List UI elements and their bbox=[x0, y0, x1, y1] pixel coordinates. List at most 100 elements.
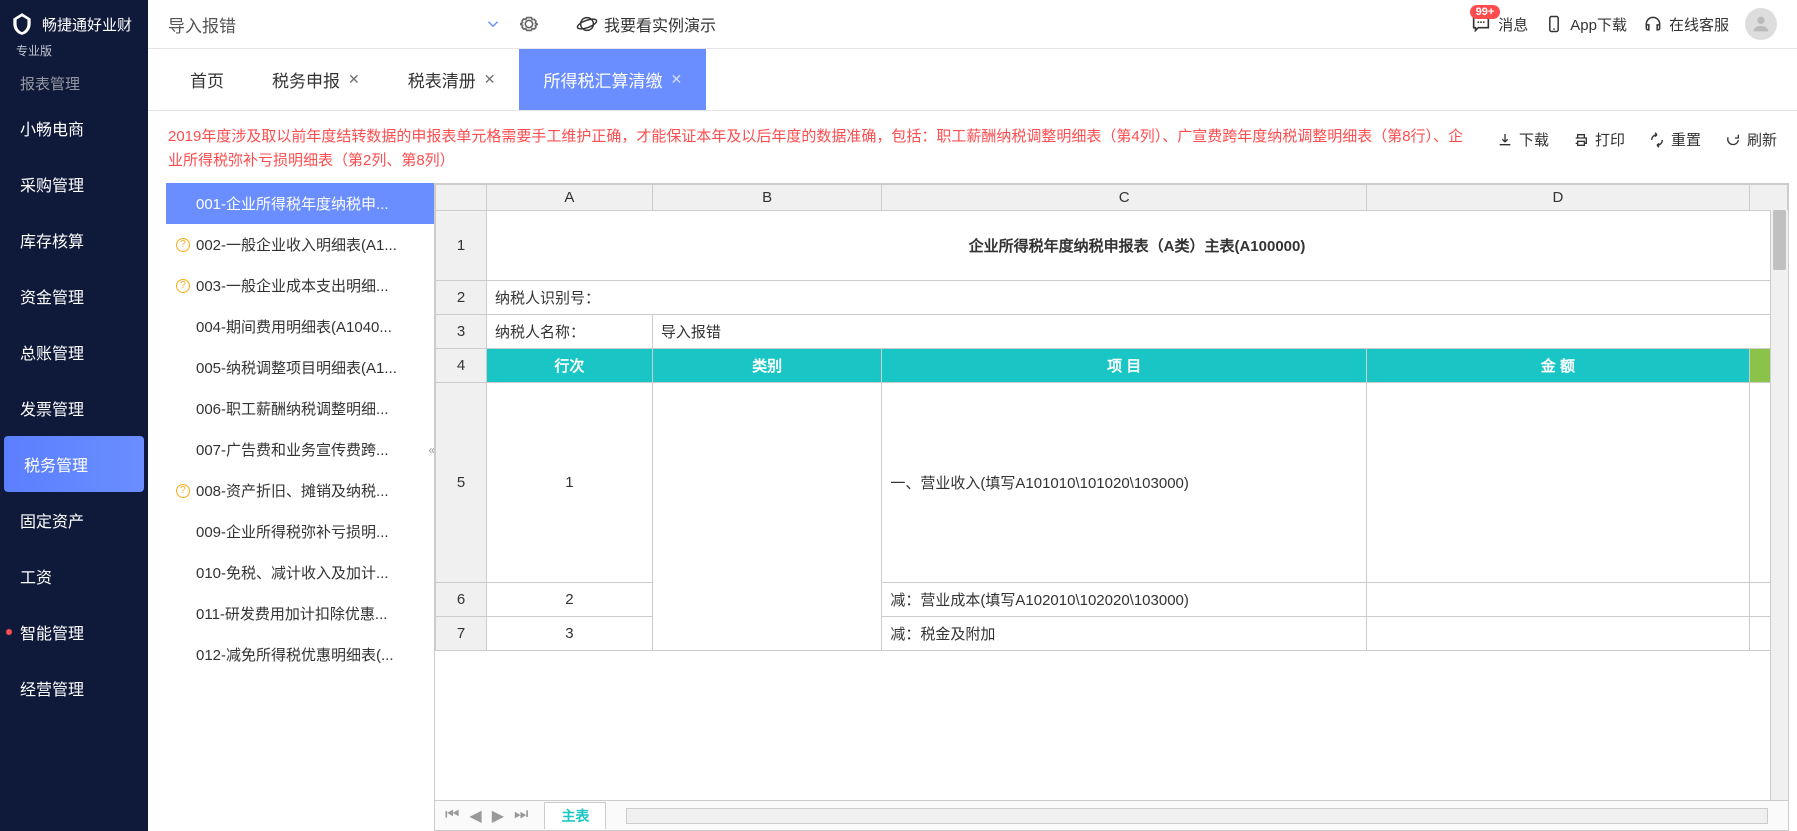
download-button[interactable]: 下载 bbox=[1497, 129, 1549, 150]
print-icon bbox=[1573, 132, 1589, 148]
brand-name: 畅捷通好业财 bbox=[42, 14, 132, 35]
tree-item[interactable]: 009-企业所得税弥补亏损明... bbox=[166, 511, 434, 552]
print-button[interactable]: 打印 bbox=[1573, 129, 1625, 150]
tab-label: 首页 bbox=[190, 67, 224, 92]
sidebar-item-invoice[interactable]: 发票管理 bbox=[0, 380, 148, 436]
download-icon bbox=[1497, 132, 1513, 148]
tree-item[interactable]: ?003-一般企业成本支出明细... bbox=[166, 265, 434, 306]
demo-link[interactable]: 我要看实例演示 bbox=[576, 12, 716, 36]
col-header[interactable]: D bbox=[1367, 185, 1750, 211]
tree-item[interactable]: 011-研发费用加计扣除优惠... bbox=[166, 593, 434, 634]
messages-label: 消息 bbox=[1498, 14, 1528, 35]
sidebar-item-inventory[interactable]: 库存核算 bbox=[0, 212, 148, 268]
chevron-down-icon[interactable] bbox=[484, 15, 502, 33]
sheet-last-icon[interactable]: ⏭ bbox=[510, 806, 532, 826]
sheet-footer: ⏮ ◀ ▶ ⏭ 主表 bbox=[435, 800, 1788, 830]
vertical-scrollbar[interactable] bbox=[1770, 210, 1788, 800]
horizontal-scrollbar[interactable] bbox=[626, 808, 1768, 824]
tree-item-label: 008-资产折旧、摊销及纳税... bbox=[196, 483, 389, 500]
sidebar-item-tax[interactable]: 税务管理 bbox=[4, 436, 144, 492]
header-line-no[interactable]: 行次 bbox=[487, 349, 653, 383]
cell-item[interactable]: 减：税金及附加 bbox=[882, 617, 1367, 651]
cell-amount[interactable] bbox=[1367, 617, 1750, 651]
col-header[interactable]: A bbox=[487, 185, 653, 211]
app-download-button[interactable]: App下载 bbox=[1544, 14, 1627, 35]
sidebar-item-assets[interactable]: 固定资产 bbox=[0, 492, 148, 548]
row-header[interactable]: 2 bbox=[436, 281, 487, 315]
tree-item[interactable]: ?002-一般企业收入明细表(A1... bbox=[166, 224, 434, 265]
row-header[interactable]: 5 bbox=[436, 383, 487, 583]
search-box[interactable]: 导入报错 bbox=[168, 12, 502, 37]
sidebar-item-purchase[interactable]: 采购管理 bbox=[0, 156, 148, 212]
tree-item[interactable]: 004-期间费用明细表(A1040... bbox=[166, 306, 434, 347]
cell-item[interactable]: 减：营业成本(填写A102010\102020\103000) bbox=[882, 583, 1367, 617]
taxpayer-id-label[interactable]: 纳税人识别号： bbox=[487, 281, 1788, 315]
row-header[interactable]: 6 bbox=[436, 583, 487, 617]
cell-line-no[interactable]: 3 bbox=[487, 617, 653, 651]
question-icon: ? bbox=[176, 484, 190, 498]
tree-item[interactable]: 012-减免所得税优惠明细表(... bbox=[166, 634, 434, 675]
close-icon[interactable]: ✕ bbox=[670, 71, 682, 88]
sheet-first-icon[interactable]: ⏮ bbox=[441, 806, 463, 826]
col-header[interactable] bbox=[1749, 185, 1787, 211]
row-header[interactable]: 3 bbox=[436, 315, 487, 349]
cell-amount[interactable] bbox=[1367, 583, 1750, 617]
tab-tax-list[interactable]: 税表清册 ✕ bbox=[384, 49, 520, 110]
reset-button[interactable]: 重置 bbox=[1649, 129, 1701, 150]
header-amount[interactable]: 金 额 bbox=[1367, 349, 1750, 383]
sidebar: 畅捷通好业财 专业版 报表管理 小畅电商 采购管理 库存核算 资金管理 总账管理… bbox=[0, 0, 148, 831]
cell-line-no[interactable]: 1 bbox=[487, 383, 653, 583]
support-button[interactable]: 在线客服 bbox=[1643, 14, 1729, 35]
print-label: 打印 bbox=[1595, 129, 1625, 150]
tree-item[interactable]: 005-纳税调整项目明细表(A1... bbox=[166, 347, 434, 388]
messages-button[interactable]: 99+ 消息 bbox=[1470, 13, 1528, 35]
cell-line-no[interactable]: 2 bbox=[487, 583, 653, 617]
tab-label: 税务申报 bbox=[272, 67, 340, 92]
cell-item[interactable]: 一、营业收入(填写A101010\101020\103000) bbox=[882, 383, 1367, 583]
cell-amount[interactable] bbox=[1367, 383, 1750, 583]
avatar[interactable] bbox=[1745, 8, 1777, 40]
sidebar-item-smart[interactable]: 智能管理 bbox=[0, 604, 148, 660]
cell-category[interactable] bbox=[652, 383, 882, 651]
sidebar-item-ledger[interactable]: 总账管理 bbox=[0, 324, 148, 380]
refresh-button[interactable]: 刷新 bbox=[1725, 129, 1777, 150]
sheet-title[interactable]: 企业所得税年度纳税申报表（A类）主表(A100000) bbox=[487, 211, 1788, 281]
tab-tax-declare[interactable]: 税务申报 ✕ bbox=[248, 49, 384, 110]
tab-income-tax[interactable]: 所得税汇算清缴 ✕ bbox=[519, 49, 706, 110]
col-header[interactable]: B bbox=[652, 185, 882, 211]
taxpayer-name-value[interactable]: 导入报错 bbox=[652, 315, 1787, 349]
sidebar-item-business[interactable]: 经营管理 bbox=[0, 660, 148, 716]
taxpayer-name-label[interactable]: 纳税人名称： bbox=[487, 315, 653, 349]
close-icon[interactable]: ✕ bbox=[348, 71, 360, 88]
sheet-tab[interactable]: 主表 bbox=[544, 802, 606, 829]
tree-item[interactable]: 007-广告费和业务宣传费跨... bbox=[166, 429, 434, 470]
close-icon[interactable]: ✕ bbox=[484, 71, 496, 88]
header-item[interactable]: 项 目 bbox=[882, 349, 1367, 383]
tree-item-label: 003-一般企业成本支出明细... bbox=[196, 278, 389, 295]
support-label: 在线客服 bbox=[1669, 14, 1729, 35]
sidebar-item-partial[interactable]: 报表管理 bbox=[0, 67, 148, 100]
tree-item[interactable]: 010-免税、减计收入及加计... bbox=[166, 552, 434, 593]
tab-home[interactable]: 首页 bbox=[166, 49, 248, 110]
app-download-label: App下载 bbox=[1570, 14, 1627, 35]
phone-icon bbox=[1544, 14, 1564, 34]
sheet-corner[interactable] bbox=[436, 185, 487, 211]
tree-item[interactable]: 006-职工薪酬纳税调整明细... bbox=[166, 388, 434, 429]
row-header[interactable]: 4 bbox=[436, 349, 487, 383]
header-category[interactable]: 类别 bbox=[652, 349, 882, 383]
sheet-next-icon[interactable]: ▶ bbox=[488, 806, 508, 826]
gear-icon[interactable] bbox=[518, 13, 540, 35]
tree-item[interactable]: ? 008-资产折旧、摊销及纳税... bbox=[166, 470, 434, 511]
sidebar-item-salary[interactable]: 工资 bbox=[0, 548, 148, 604]
row-header[interactable]: 7 bbox=[436, 617, 487, 651]
sheet-nav: ⏮ ◀ ▶ ⏭ bbox=[435, 806, 538, 826]
row-header[interactable]: 1 bbox=[436, 211, 487, 281]
sidebar-item-ecommerce[interactable]: 小畅电商 bbox=[0, 100, 148, 156]
logo-icon bbox=[8, 10, 36, 38]
sheet-prev-icon[interactable]: ◀ bbox=[465, 806, 485, 826]
tree-item[interactable]: 001-企业所得税年度纳税申... bbox=[166, 183, 434, 224]
col-header[interactable]: C bbox=[882, 185, 1367, 211]
question-icon: ? bbox=[176, 238, 190, 252]
tab-label: 税表清册 bbox=[408, 67, 476, 92]
sidebar-item-funds[interactable]: 资金管理 bbox=[0, 268, 148, 324]
